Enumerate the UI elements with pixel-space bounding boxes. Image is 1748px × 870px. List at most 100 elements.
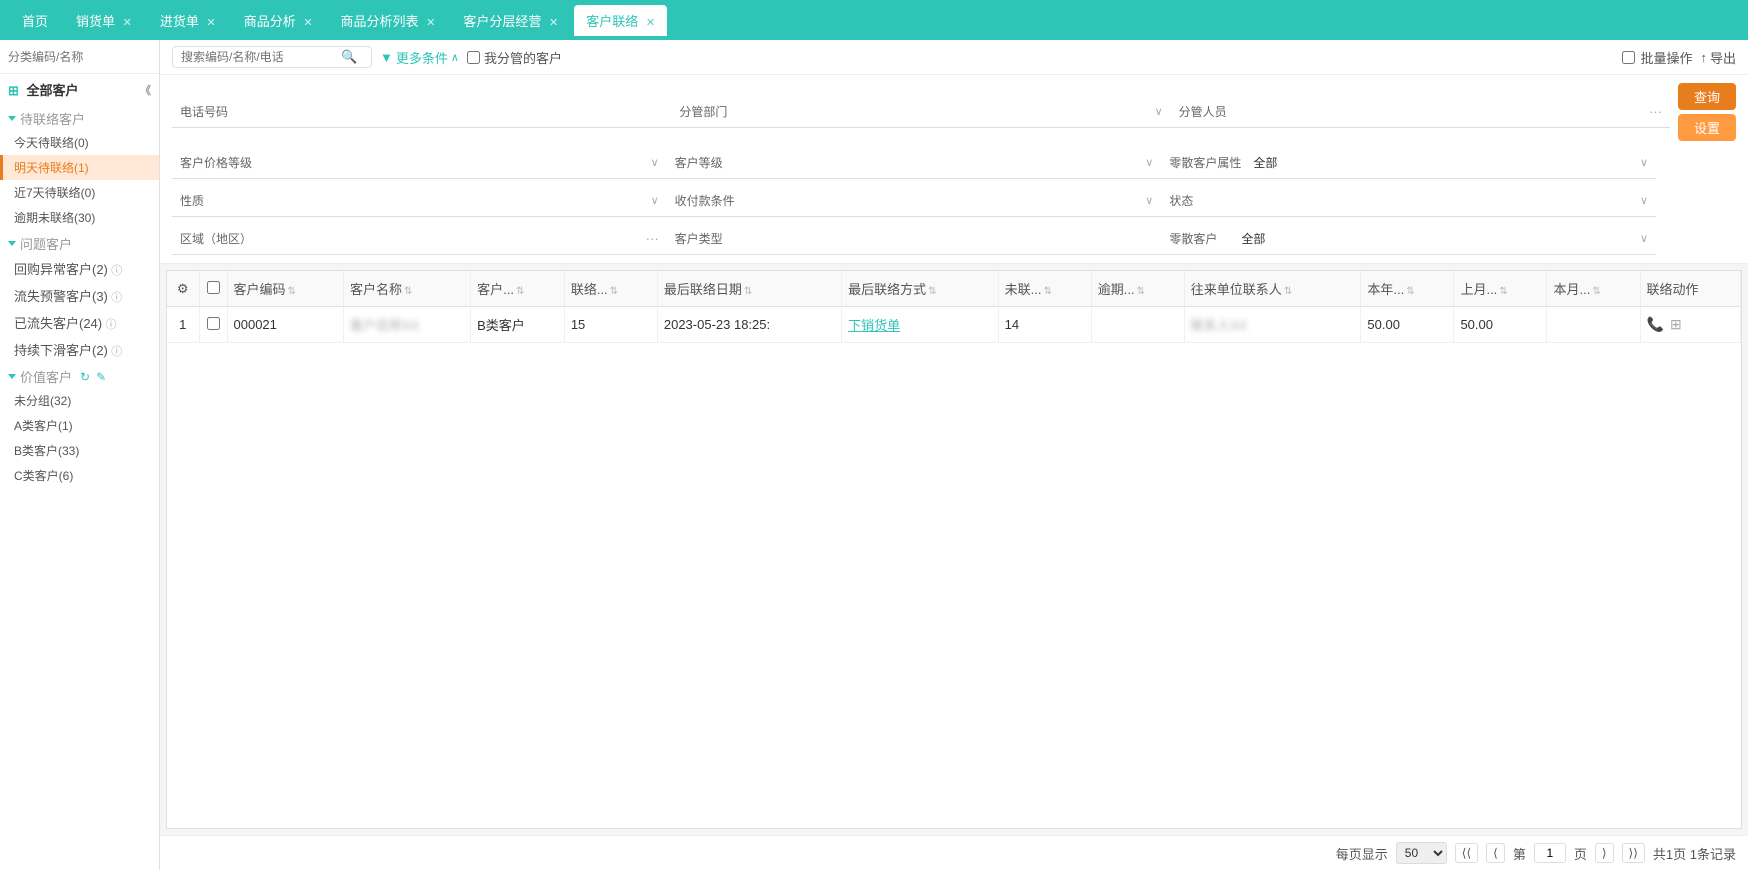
nav-purchase-close[interactable]: ✕ xyxy=(206,17,215,29)
per-page-select[interactable]: 50 100 xyxy=(1396,842,1447,864)
cell-unlink: 14 xyxy=(998,307,1091,343)
more-action-icon[interactable]: ⊞ xyxy=(1670,316,1682,333)
sidebar-item-today-pending[interactable]: 今天待联络(0) xyxy=(0,130,159,155)
export-btn[interactable]: ↑ 导出 xyxy=(1700,48,1736,67)
sidebar-item-repurchase-abnormal[interactable]: 回购异常客户(2) ⓘ xyxy=(0,255,159,282)
sidebar-item-lost-customers[interactable]: 已流失客户(24) ⓘ xyxy=(0,309,159,336)
value-refresh-icon[interactable]: ↻ xyxy=(80,370,90,384)
row-checkbox[interactable] xyxy=(207,317,220,330)
page-input[interactable] xyxy=(1534,843,1566,863)
my-customers-toggle[interactable]: 我分管的客户 xyxy=(467,48,562,67)
nav-goods-analysis-list-close[interactable]: ✕ xyxy=(426,17,435,29)
sidebar-item-declining[interactable]: 持续下滑客户(2) ⓘ xyxy=(0,336,159,363)
dept-filter-cell: 分管部门 ∨ xyxy=(671,96,1170,128)
my-customers-checkbox[interactable] xyxy=(467,51,480,64)
cell-checkbox[interactable] xyxy=(199,307,227,343)
sort-last-method-icon[interactable]: ⇅ xyxy=(928,286,936,297)
pending-expand-icon[interactable] xyxy=(8,116,16,121)
select-all-checkbox[interactable] xyxy=(207,281,220,294)
nav-customer-contact-close[interactable]: ✕ xyxy=(646,17,655,29)
top-nav: 首页 销货单 ✕ 进货单 ✕ 商品分析 ✕ 商品分析列表 ✕ 客户分层经营 ✕ … xyxy=(0,0,1748,40)
sort-last-date-icon[interactable]: ⇅ xyxy=(744,286,752,297)
payment-label: 收付款条件 xyxy=(675,192,735,209)
sort-last-month-icon[interactable]: ⇅ xyxy=(1499,286,1507,297)
adv-filter-row2: 客户价格等级 ∨ 客户等级 ∨ 零散客户属性 全部 ∨ xyxy=(172,147,1736,179)
sidebar-item-7day-pending[interactable]: 近7天待联络(0) xyxy=(0,180,159,205)
retail-attr-value: 全部 xyxy=(1253,154,1277,171)
sidebar-item-a-class[interactable]: A类客户(1) xyxy=(0,413,159,438)
phone-action-icon[interactable]: 📞 xyxy=(1647,316,1664,333)
sort-contacts-icon[interactable]: ⇅ xyxy=(610,286,618,297)
nav-goods-analysis-list[interactable]: 商品分析列表 ✕ xyxy=(329,5,448,36)
customer-level-chevron[interactable]: ∨ xyxy=(1145,156,1153,169)
sidebar-search-input[interactable] xyxy=(8,50,160,64)
last-page-btn[interactable]: ⟩⟩ xyxy=(1622,843,1645,863)
sidebar-item-c-class[interactable]: C类客户(6) xyxy=(0,463,159,488)
sidebar-all-customers[interactable]: ⊞ 全部客户 《 xyxy=(0,74,159,105)
set-button[interactable]: 设置 xyxy=(1678,114,1736,141)
dept-chevron[interactable]: ∨ xyxy=(1155,105,1163,118)
nav-sales-close[interactable]: ✕ xyxy=(123,17,132,29)
cell-contacts: 15 xyxy=(564,307,657,343)
customer-level-label: 客户等级 xyxy=(675,154,735,171)
region-dots[interactable]: ··· xyxy=(646,231,659,246)
sort-overdue-icon[interactable]: ⇅ xyxy=(1137,286,1145,297)
retail-attr-chevron[interactable]: ∨ xyxy=(1640,156,1648,169)
nav-goods-analysis[interactable]: 商品分析 ✕ xyxy=(232,5,325,36)
total-label: 共1页 1条记录 xyxy=(1653,844,1736,863)
search-icon[interactable]: 🔍 xyxy=(341,49,357,65)
sort-type-icon[interactable]: ⇅ xyxy=(516,286,524,297)
problem-expand-icon[interactable] xyxy=(8,241,16,246)
sidebar-item-tomorrow-pending[interactable]: 明天待联络(1) xyxy=(0,155,159,180)
status-chevron[interactable]: ∨ xyxy=(1640,194,1648,207)
cell-code: 000021 xyxy=(227,307,343,343)
last-method-link[interactable]: 下销货单 xyxy=(848,318,900,333)
price-level-chevron[interactable]: ∨ xyxy=(651,156,659,169)
nature-chevron[interactable]: ∨ xyxy=(651,194,659,207)
col-actions: 联络动作 xyxy=(1640,271,1740,307)
sidebar-item-b-class[interactable]: B类客户(33) xyxy=(0,438,159,463)
export-icon: ↑ xyxy=(1700,50,1707,65)
manager-dots[interactable]: ··· xyxy=(1649,104,1662,119)
sort-contact-person-icon[interactable]: ⇅ xyxy=(1284,286,1292,297)
cell-last-date: 2023-05-23 18:25: xyxy=(657,307,841,343)
help-icon-3: ⓘ xyxy=(105,319,116,331)
value-group-label: 价值客户 ↻ ✎ xyxy=(0,363,159,388)
sort-name-icon[interactable]: ⇅ xyxy=(404,286,412,297)
pending-group-label: 待联络客户 xyxy=(0,105,159,130)
cell-last-method[interactable]: 下销货单 xyxy=(842,307,999,343)
nav-customer-layer-close[interactable]: ✕ xyxy=(549,17,558,29)
prev-page-btn[interactable]: ⟨ xyxy=(1486,843,1505,863)
sort-code-icon[interactable]: ⇅ xyxy=(288,286,296,297)
nav-customer-layer[interactable]: 客户分层经营 ✕ xyxy=(451,5,570,36)
first-page-btn[interactable]: ⟨⟨ xyxy=(1455,843,1478,863)
sort-this-year-icon[interactable]: ⇅ xyxy=(1406,286,1414,297)
nav-home[interactable]: 首页 xyxy=(10,5,60,36)
batch-op-btn[interactable]: 批量操作 xyxy=(1622,48,1692,67)
next-page-btn[interactable]: ⟩ xyxy=(1595,843,1614,863)
more-conditions-btn[interactable]: ▼ 更多条件 ∧ xyxy=(380,48,459,67)
payment-chevron[interactable]: ∨ xyxy=(1145,194,1153,207)
retail-chevron[interactable]: ∨ xyxy=(1640,232,1648,245)
query-button[interactable]: 查询 xyxy=(1678,83,1736,110)
sort-this-month-icon[interactable]: ⇅ xyxy=(1592,286,1600,297)
col-gear[interactable]: ⚙ xyxy=(167,271,199,307)
value-expand-icon[interactable] xyxy=(8,374,16,379)
batch-checkbox[interactable] xyxy=(1622,51,1635,64)
nav-goods-analysis-close[interactable]: ✕ xyxy=(303,17,312,29)
cell-type: B类客户 xyxy=(471,307,565,343)
cell-contact-person: 联系人XX xyxy=(1184,307,1361,343)
value-edit-icon[interactable]: ✎ xyxy=(96,370,106,384)
search-input[interactable] xyxy=(181,50,341,64)
col-checkbox[interactable] xyxy=(199,271,227,307)
nav-customer-contact[interactable]: 客户联络 ✕ xyxy=(574,5,667,36)
nav-purchase[interactable]: 进货单 ✕ xyxy=(148,5,228,36)
main-layout: 🔍 ⊞ 全部客户 《 待联络客户 今天待联络(0) 明天待联络(1) 近7天待联… xyxy=(0,40,1748,870)
sidebar-item-ungrouped[interactable]: 未分组(32) xyxy=(0,388,159,413)
sort-unlink-icon[interactable]: ⇅ xyxy=(1044,286,1052,297)
sidebar-item-loss-warning[interactable]: 流失预警客户(3) ⓘ xyxy=(0,282,159,309)
nav-sales[interactable]: 销货单 ✕ xyxy=(64,5,144,36)
sidebar-collapse-icon[interactable]: 《 xyxy=(140,82,151,98)
sidebar-item-overdue-pending[interactable]: 逾期未联络(30) xyxy=(0,205,159,230)
col-code: 客户编码⇅ xyxy=(227,271,343,307)
